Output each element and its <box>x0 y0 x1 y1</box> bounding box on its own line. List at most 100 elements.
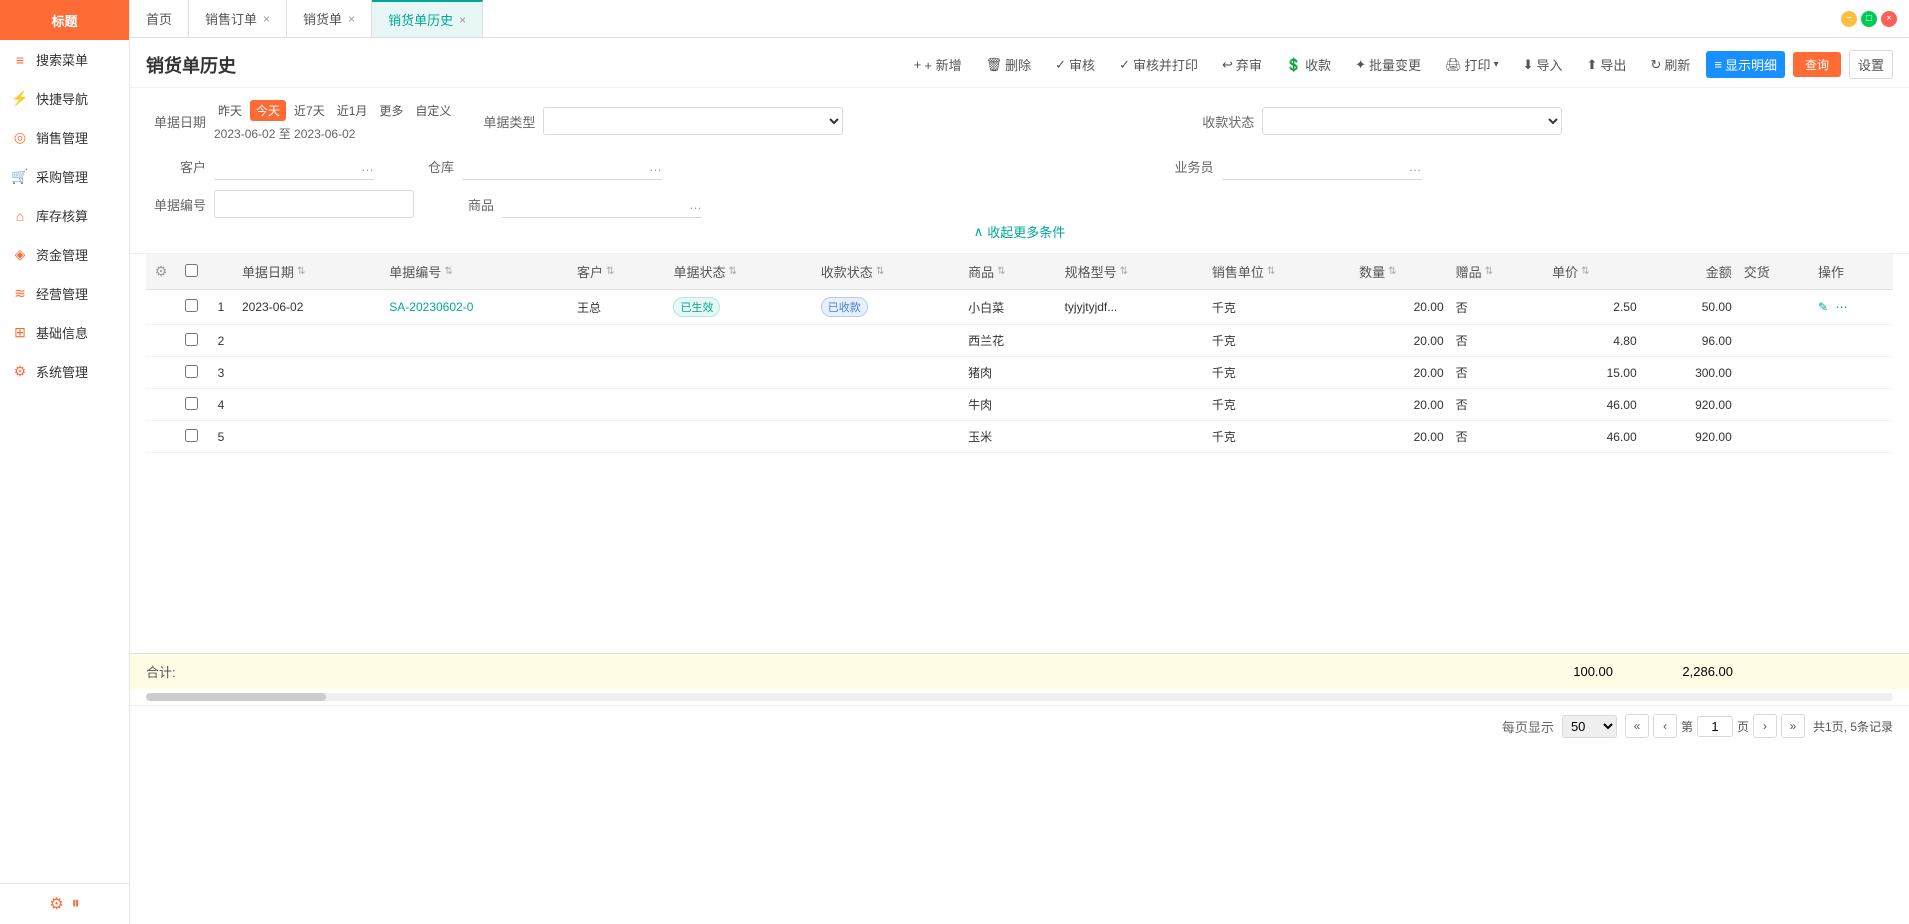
page-size-select[interactable]: 50 100 <box>1562 715 1617 738</box>
date-tab-today[interactable]: 今天 <box>250 100 286 121</box>
print-button[interactable]: 🖨 打印 ▾ <box>1437 51 1507 78</box>
import-button[interactable]: ⬇ 导入 <box>1515 51 1571 78</box>
date-tab-custom[interactable]: 自定义 <box>411 100 455 121</box>
row-checkbox[interactable] <box>185 299 198 312</box>
col-doc-status[interactable]: 单据状态 ⇅ <box>667 254 814 290</box>
sidebar-item-fund-mgmt[interactable]: ◈ 资金管理 <box>0 235 129 274</box>
sidebar-item-purchase-mgmt[interactable]: 🛒 采购管理 <box>0 157 129 196</box>
sort-unit-price[interactable]: 单价 ⇅ <box>1552 262 1637 281</box>
collect-status-select[interactable] <box>1262 107 1562 135</box>
page-next-btn[interactable]: › <box>1753 714 1777 738</box>
win-maximize-btn[interactable]: □ <box>1861 11 1877 27</box>
doc-no-link[interactable]: SA-20230602-0 <box>389 300 473 314</box>
sort-icon: ⇅ <box>1267 266 1275 277</box>
page-last-btn[interactable]: » <box>1781 714 1805 738</box>
sort-doc-status[interactable]: 单据状态 ⇅ <box>673 262 808 281</box>
tab-sales-order[interactable]: 销售订单 × <box>189 0 287 37</box>
col-gift[interactable]: 赠品 ⇅ <box>1450 254 1547 290</box>
col-doc-no[interactable]: 单据编号 ⇅ <box>383 254 571 290</box>
tab-sales-delivery-close[interactable]: × <box>348 12 355 26</box>
page-input[interactable] <box>1697 716 1733 737</box>
tab-sales-delivery[interactable]: 销货单 × <box>287 0 372 37</box>
col-qty[interactable]: 数量 ⇅ <box>1353 254 1450 290</box>
row-checkbox[interactable] <box>185 397 198 410</box>
customer-dots[interactable]: … <box>361 159 374 174</box>
refresh-button[interactable]: ↻ 刷新 <box>1642 51 1698 78</box>
date-tab-yesterday[interactable]: 昨天 <box>214 100 246 121</box>
col-doc-date[interactable]: 单据日期 ⇅ <box>236 254 383 290</box>
refresh-label: 刷新 <box>1664 55 1690 74</box>
row-checkbox[interactable] <box>185 429 198 442</box>
more-action-link[interactable]: ⋯ <box>1835 300 1847 314</box>
select-all-checkbox[interactable] <box>185 264 198 277</box>
scrollbar-thumb[interactable] <box>146 693 326 701</box>
sort-unit[interactable]: 销售单位 ⇅ <box>1212 262 1347 281</box>
sidebar-item-search-menu[interactable]: ≡ 搜索菜单 <box>0 40 129 79</box>
col-goods[interactable]: 商品 ⇅ <box>962 254 1059 290</box>
abandon-button[interactable]: ↩ 弃审 <box>1214 51 1270 78</box>
col-customer[interactable]: 客户 ⇅ <box>571 254 668 290</box>
col-spec[interactable]: 规格型号 ⇅ <box>1059 254 1206 290</box>
warehouse-dots[interactable]: … <box>649 159 662 174</box>
row-checkbox[interactable] <box>185 333 198 346</box>
col-unit-price[interactable]: 单价 ⇅ <box>1546 254 1643 290</box>
date-tab-1month[interactable]: 近1月 <box>333 100 372 121</box>
win-close-btn[interactable]: × <box>1881 11 1897 27</box>
audit-button[interactable]: ✓ 审核 <box>1047 51 1103 78</box>
collect-button[interactable]: 💲 收款 <box>1278 51 1339 78</box>
win-minimize-btn[interactable]: − <box>1841 11 1857 27</box>
row-checkbox[interactable] <box>185 365 198 378</box>
show-details-button[interactable]: ≡ 显示明细 <box>1706 51 1785 78</box>
query-button[interactable]: 查询 <box>1793 52 1841 77</box>
doc-type-select[interactable] <box>543 107 843 135</box>
tab-sales-history-close[interactable]: × <box>459 13 466 27</box>
sort-doc-date[interactable]: 单据日期 ⇅ <box>242 262 377 281</box>
sort-collect-status[interactable]: 收款状态 ⇅ <box>821 262 956 281</box>
settings-button[interactable]: 设置 <box>1849 50 1893 79</box>
new-button[interactable]: + + 新增 <box>906 51 970 78</box>
filter-warehouse: 仓库 … <box>394 152 1134 180</box>
sort-spec[interactable]: 规格型号 ⇅ <box>1065 262 1200 281</box>
tab-home[interactable]: 首页 <box>130 0 189 37</box>
sidebar-item-quick-nav[interactable]: ⚡ 快捷导航 <box>0 79 129 118</box>
doc-no-input[interactable] <box>214 190 414 218</box>
collapse-filter-btn[interactable]: ∧ 收起更多条件 <box>146 222 1893 241</box>
sort-goods[interactable]: 商品 ⇅ <box>968 262 1053 281</box>
footer-total-qty: 100.00 <box>1553 664 1613 679</box>
sort-doc-no[interactable]: 单据编号 ⇅ <box>389 262 565 281</box>
page-header: 销货单历史 + + 新增 🗑 删除 ✓ 审核 ✓ 审核并打印 <box>130 38 1909 88</box>
goods-input[interactable] <box>502 190 702 218</box>
sidebar-footer-icon2[interactable]: ⏸ <box>72 895 80 913</box>
horizontal-scrollbar[interactable] <box>130 689 1909 705</box>
col-unit[interactable]: 销售单位 ⇅ <box>1206 254 1353 290</box>
tab-sales-history[interactable]: 销货单历史 × <box>372 0 483 37</box>
table-settings-icon[interactable]: ⚙ <box>155 263 168 279</box>
audit-print-button[interactable]: ✓ 审核并打印 <box>1111 51 1206 78</box>
row-goods: 玉米 <box>962 421 1059 453</box>
sidebar-item-ops-mgmt[interactable]: ≋ 经营管理 <box>0 274 129 313</box>
salesperson-dots[interactable]: … <box>1409 159 1422 174</box>
date-tab-more[interactable]: 更多 <box>375 100 407 121</box>
sidebar-item-inventory[interactable]: ⌂ 库存核算 <box>0 196 129 235</box>
col-collect-status[interactable]: 收款状态 ⇅ <box>815 254 962 290</box>
date-tab-7days[interactable]: 近7天 <box>290 100 329 121</box>
sort-gift[interactable]: 赠品 ⇅ <box>1456 262 1541 281</box>
tab-sales-order-close[interactable]: × <box>263 12 270 26</box>
page-prev-btn[interactable]: ‹ <box>1653 714 1677 738</box>
row-amount: 50.00 <box>1643 290 1738 325</box>
warehouse-input[interactable] <box>462 152 662 180</box>
sidebar-footer-icon1[interactable]: ⚙ <box>49 894 63 914</box>
customer-input[interactable] <box>214 152 374 180</box>
sidebar-item-sys-mgmt[interactable]: ⚙ 系统管理 <box>0 352 129 391</box>
salesperson-input[interactable] <box>1222 152 1422 180</box>
sort-customer[interactable]: 客户 ⇅ <box>577 262 662 281</box>
sidebar-item-basic-info[interactable]: ⊞ 基础信息 <box>0 313 129 352</box>
batch-change-button[interactable]: ✦ 批量变更 <box>1347 51 1429 78</box>
export-button[interactable]: ⬆ 导出 <box>1579 51 1635 78</box>
goods-dots[interactable]: … <box>689 197 702 212</box>
sort-qty[interactable]: 数量 ⇅ <box>1359 262 1444 281</box>
edit-action-link[interactable]: ✎ <box>1818 300 1828 314</box>
sidebar-item-sales-mgmt[interactable]: ◎ 销售管理 <box>0 118 129 157</box>
page-first-btn[interactable]: « <box>1625 714 1649 738</box>
delete-button[interactable]: 🗑 删除 <box>978 51 1040 78</box>
